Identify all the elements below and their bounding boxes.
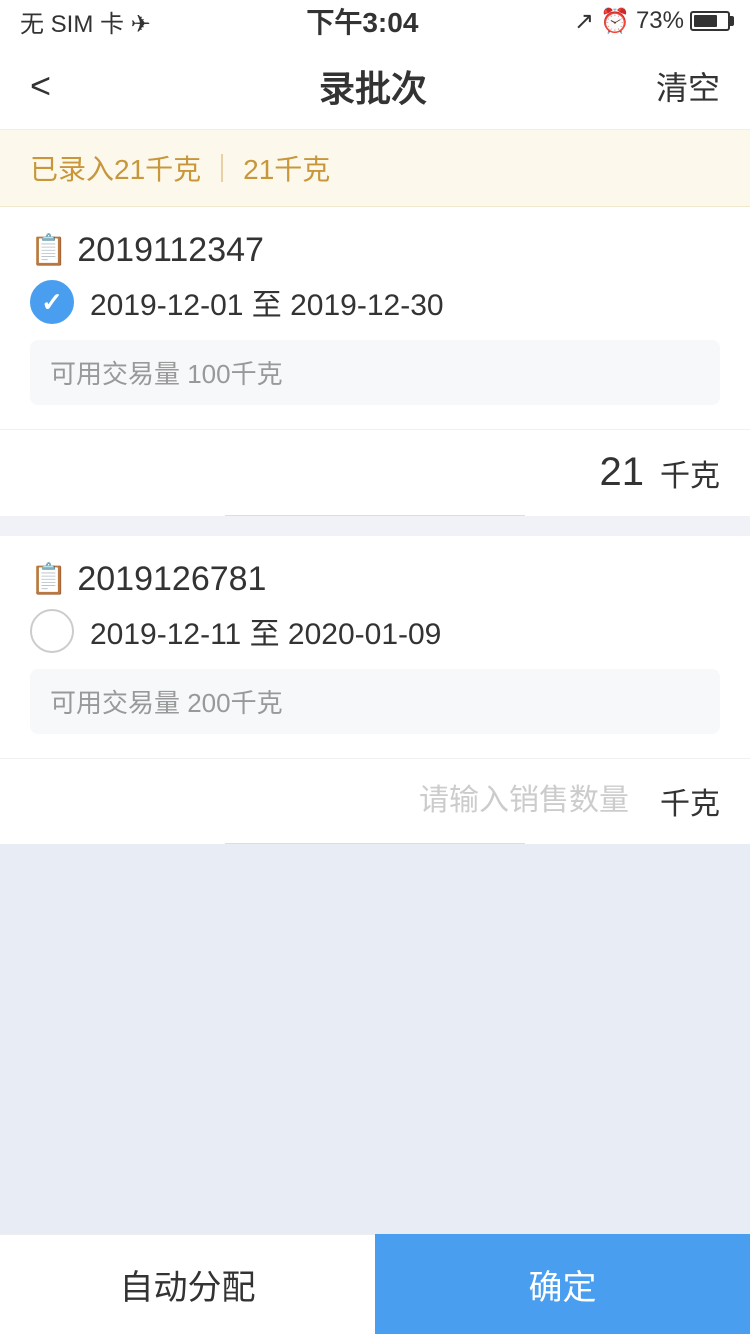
batch-card-1: 📋 2019112347 2019-12-01 至 2019-12-30 可用交… (0, 207, 750, 516)
card1-inner: 📋 2019112347 2019-12-01 至 2019-12-30 可用交… (0, 207, 750, 429)
nav-bar: < 录批次 清空 (0, 42, 750, 130)
radio-2[interactable] (30, 609, 74, 653)
card2-date-row[interactable]: 2019-12-11 至 2020-01-09 (30, 609, 720, 653)
card2-date: 2019-12-11 至 2020-01-09 (90, 609, 441, 653)
section-separator (0, 516, 750, 536)
clear-button[interactable]: 清空 (656, 63, 720, 109)
card1-qty-value: 21 (600, 450, 645, 495)
confirm-button[interactable]: 确定 (375, 1234, 750, 1334)
back-button[interactable]: < (30, 65, 90, 107)
card1-header: 📋 2019112347 (30, 231, 720, 270)
card1-date-row[interactable]: 2019-12-01 至 2019-12-30 (30, 280, 720, 324)
info-divider (221, 154, 223, 182)
status-time: 下午3:04 (306, 1, 418, 41)
batch-card-2: 📋 2019126781 2019-12-11 至 2020-01-09 可用交… (0, 536, 750, 844)
card1-avail: 可用交易量 100千克 (50, 359, 283, 389)
batch-id-2: 2019126781 (77, 560, 266, 599)
card2-avail: 可用交易量 200千克 (50, 688, 283, 718)
bottom-bar: 自动分配 确定 (0, 1234, 750, 1334)
info-banner: 已录入21千克 21千克 (0, 130, 750, 207)
card2-qty-input-row: 千克 (0, 758, 750, 843)
battery-percent: 73% (636, 7, 684, 35)
radio-1[interactable] (30, 280, 74, 324)
auto-distribute-button[interactable]: 自动分配 (0, 1234, 375, 1334)
alarm-icon: ⏰ (600, 7, 630, 36)
status-bar: 无 SIM 卡 ✈ 下午3:04 ↗ ⏰ 73% (0, 0, 750, 42)
card2-avail-box: 可用交易量 200千克 (30, 669, 720, 734)
sim-status: 无 SIM 卡 ✈ (20, 4, 151, 39)
status-left: 无 SIM 卡 ✈ (20, 4, 151, 39)
location-icon: ↗ (574, 7, 594, 36)
card1-qty-row: 21 千克 (0, 429, 750, 515)
card2-inner: 📋 2019126781 2019-12-11 至 2020-01-09 可用交… (0, 536, 750, 758)
doc-icon-1: 📋 (30, 233, 67, 268)
doc-icon-2: 📋 (30, 562, 67, 597)
card1-avail-box: 可用交易量 100千克 (30, 340, 720, 405)
battery-icon (690, 11, 730, 31)
status-right: ↗ ⏰ 73% (574, 7, 730, 36)
card2-qty-unit: 千克 (660, 779, 720, 823)
qty-input-field[interactable] (30, 784, 644, 818)
card1-qty-unit: 千克 (660, 451, 720, 495)
card2-header: 📋 2019126781 (30, 560, 720, 599)
recorded-label: 已录入21千克 (30, 148, 201, 188)
recorded-value: 21千克 (243, 148, 330, 188)
page-title: 录批次 (319, 60, 427, 112)
card1-date: 2019-12-01 至 2019-12-30 (90, 280, 444, 324)
batch-id-1: 2019112347 (77, 231, 264, 270)
